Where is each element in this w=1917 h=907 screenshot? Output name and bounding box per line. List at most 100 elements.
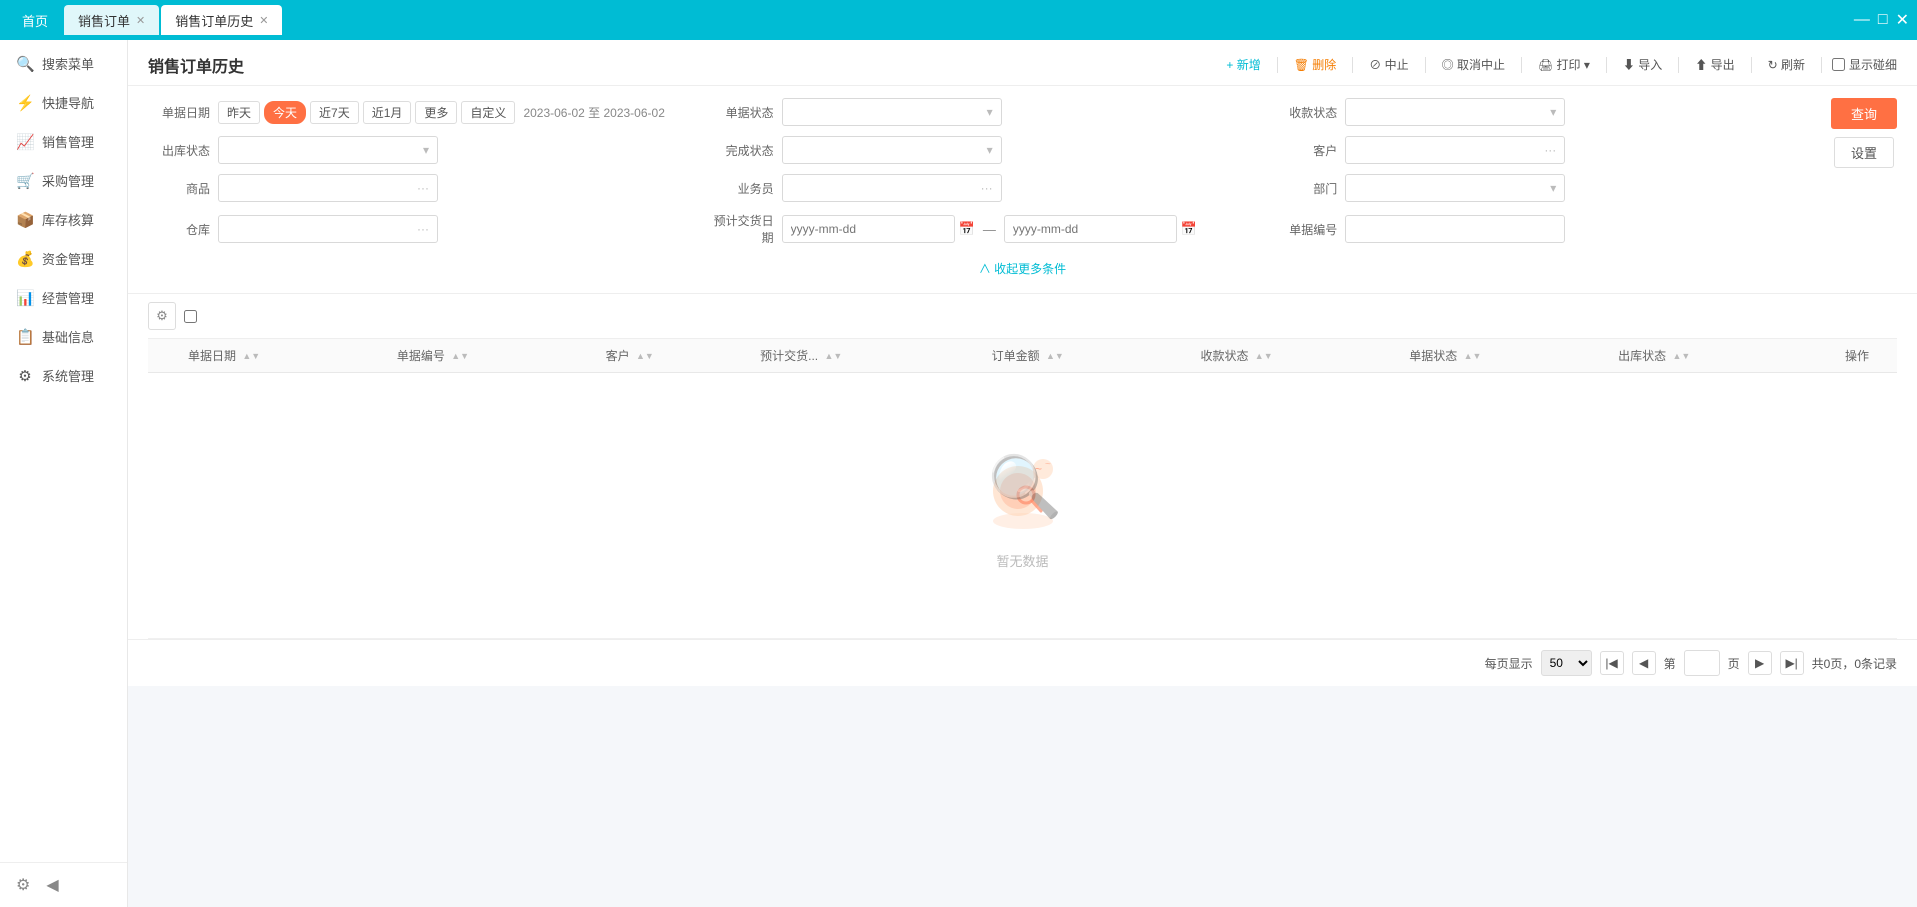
complete-status-select[interactable]: ▾ (782, 136, 1002, 164)
page-size-select[interactable]: 50 100 200 (1541, 650, 1592, 676)
th-out-status[interactable]: 出库状态 ▲▼ (1608, 339, 1817, 373)
th-operation: 操作 (1817, 339, 1897, 373)
query-button[interactable]: 查询 (1831, 98, 1897, 129)
import-button[interactable]: ⬇ 导入 (1617, 52, 1668, 77)
page-next-button[interactable]: ▶ (1748, 651, 1772, 675)
page-label: 第 (1664, 655, 1676, 672)
salesperson-select[interactable]: ··· (782, 174, 1002, 202)
sidebar-item-search-menu-label: 搜索菜单 (42, 54, 94, 73)
th-receipt-status[interactable]: 收款状态 ▲▼ (1190, 339, 1399, 373)
calendar-from-icon[interactable]: 📅 (959, 221, 975, 237)
tab-sales-order[interactable]: 销售订单 ✕ (64, 5, 159, 35)
customer-label: 客户 (1275, 142, 1345, 159)
out-status-select[interactable]: ▾ (218, 136, 438, 164)
calendar-to-icon[interactable]: 📅 (1181, 221, 1197, 237)
select-all-checkbox[interactable] (184, 310, 197, 323)
receipt-status-control: ▾ (1345, 98, 1819, 126)
th-bill-status[interactable]: 单据状态 ▲▼ (1399, 339, 1608, 373)
sort-bill-status-icon[interactable]: ▲▼ (1464, 352, 1482, 362)
sidebar-item-system-mgmt[interactable]: ⚙ 系统管理 (0, 356, 127, 395)
expected-date-control: 📅 — 📅 (782, 215, 1256, 243)
empty-state: ~ ~ 暂无数据 (158, 381, 1887, 630)
sidebar-item-inventory-calc[interactable]: 📦 库存核算 (0, 200, 127, 239)
department-select[interactable]: ▾ (1345, 174, 1565, 202)
receipt-status-select[interactable]: ▾ (1345, 98, 1565, 126)
warehouse-dots: ··· (417, 222, 429, 236)
delete-button[interactable]: 🗑 删除 (1288, 52, 1343, 77)
bill-status-select[interactable]: ▾ (782, 98, 1002, 126)
sort-expected-date-icon[interactable]: ▲▼ (824, 352, 842, 362)
sort-customer-icon[interactable]: ▲▼ (636, 352, 654, 362)
date-btn-yesterday[interactable]: 昨天 (218, 101, 260, 124)
sort-number-icon[interactable]: ▲▼ (451, 352, 469, 362)
sidebar-item-sales-mgmt[interactable]: 📈 销售管理 (0, 122, 127, 161)
date-btn-1month[interactable]: 近1月 (363, 101, 412, 124)
setting-button[interactable]: 设置 (1834, 137, 1894, 168)
page-first-button[interactable]: |◀ (1600, 651, 1624, 675)
th-date[interactable]: 单据日期 ▲▼ (178, 339, 387, 373)
sidebar-item-search-menu[interactable]: 🔍 搜索菜单 (0, 44, 127, 83)
warehouse-select[interactable]: ··· (218, 215, 438, 243)
product-select[interactable]: ··· (218, 174, 438, 202)
filter-row-1: 单据日期 昨天 今天 近7天 近1月 更多 自定义 2023-06-02 至 2… (148, 98, 1819, 126)
sidebar-item-operation-mgmt-label: 经营管理 (42, 288, 94, 307)
import-button-label: ⬇ 导入 (1623, 56, 1662, 73)
refresh-button[interactable]: ↻ 刷新 (1762, 52, 1811, 77)
close-sales-order-history-tab-icon[interactable]: ✕ (259, 14, 268, 27)
department-label: 部门 (1275, 180, 1345, 197)
sort-amount-icon[interactable]: ▲▼ (1046, 352, 1064, 362)
sort-receipt-status-icon[interactable]: ▲▼ (1255, 352, 1273, 362)
new-button[interactable]: + 新增 (1220, 52, 1266, 77)
minimize-icon[interactable]: — (1854, 11, 1870, 29)
th-customer[interactable]: 客户 ▲▼ (596, 339, 750, 373)
tab-sales-order-history[interactable]: 销售订单历史 ✕ (161, 5, 282, 35)
sidebar-item-fund-mgmt[interactable]: 💰 资金管理 (0, 239, 127, 278)
page-number-input[interactable]: 1 (1684, 650, 1720, 676)
toolbar-divider-6 (1678, 57, 1679, 73)
sidebar-collapse-icon[interactable]: ◀ (46, 875, 58, 895)
bill-number-input[interactable] (1345, 215, 1565, 243)
collapse-filter-button[interactable]: ∧ 收起更多条件 (148, 256, 1897, 281)
table-settings-button[interactable]: ⚙ (148, 302, 176, 330)
close-window-icon[interactable]: ✕ (1896, 10, 1909, 30)
tab-home-label: 首页 (22, 11, 48, 30)
filter-section: 单据日期 昨天 今天 近7天 近1月 更多 自定义 2023-06-02 至 2… (128, 86, 1917, 294)
toolbar-divider-4 (1521, 57, 1522, 73)
sidebar-settings-icon[interactable]: ⚙ (16, 875, 30, 895)
sidebar-item-operation-mgmt[interactable]: 📊 经营管理 (0, 278, 127, 317)
sidebar-item-basic-info[interactable]: 📋 基础信息 (0, 317, 127, 356)
display-cols-checkbox[interactable] (1832, 58, 1845, 71)
th-amount[interactable]: 订单金额 ▲▼ (982, 339, 1191, 373)
stop-button[interactable]: ⊘ 中止 (1363, 52, 1414, 77)
total-text: 共0页，0条记录 (1812, 655, 1897, 672)
tab-home[interactable]: 首页 (8, 5, 62, 35)
close-sales-order-tab-icon[interactable]: ✕ (136, 14, 145, 27)
page-last-button[interactable]: ▶| (1780, 651, 1804, 675)
page-header: 销售订单历史 + 新增 🗑 删除 ⊘ 中止 ◎ 取消中止 (128, 40, 1917, 86)
date-btn-custom[interactable]: 自定义 (461, 101, 515, 124)
cancel-stop-button-label: ◎ 取消中止 (1442, 56, 1505, 73)
sidebar-item-purchase-mgmt[interactable]: 🛒 采购管理 (0, 161, 127, 200)
display-cols-control[interactable]: 显示碰细 (1832, 56, 1897, 73)
sidebar-item-quick-nav[interactable]: ⚡ 快捷导航 (0, 83, 127, 122)
maximize-icon[interactable]: □ (1878, 11, 1888, 29)
customer-select[interactable]: ··· (1345, 136, 1565, 164)
export-button[interactable]: ⬆ 导出 (1689, 52, 1740, 77)
expected-date-from-input[interactable] (782, 215, 955, 243)
date-btn-more[interactable]: 更多 (415, 101, 457, 124)
department-dropdown-icon: ▾ (1550, 181, 1556, 195)
th-expected-date[interactable]: 预计交货... ▲▼ (750, 339, 981, 373)
page-prev-button[interactable]: ◀ (1632, 651, 1656, 675)
table-header-row: 单据日期 ▲▼ 单据编号 ▲▼ 客户 ▲▼ 预计交货... (148, 339, 1897, 373)
sort-date-icon[interactable]: ▲▼ (242, 352, 260, 362)
th-operation-label: 操作 (1845, 349, 1869, 363)
date-btn-7days[interactable]: 近7天 (310, 101, 359, 124)
date-btn-today[interactable]: 今天 (264, 101, 306, 124)
th-number[interactable]: 单据编号 ▲▼ (387, 339, 596, 373)
expected-date-to-input[interactable] (1004, 215, 1177, 243)
print-button[interactable]: 🖨 打印 ▾ (1532, 52, 1596, 77)
sort-out-status-icon[interactable]: ▲▼ (1672, 352, 1690, 362)
sidebar-bottom: ⚙ ◀ (0, 862, 127, 907)
cancel-stop-button[interactable]: ◎ 取消中止 (1436, 52, 1511, 77)
bill-number-label: 单据编号 (1275, 221, 1345, 238)
